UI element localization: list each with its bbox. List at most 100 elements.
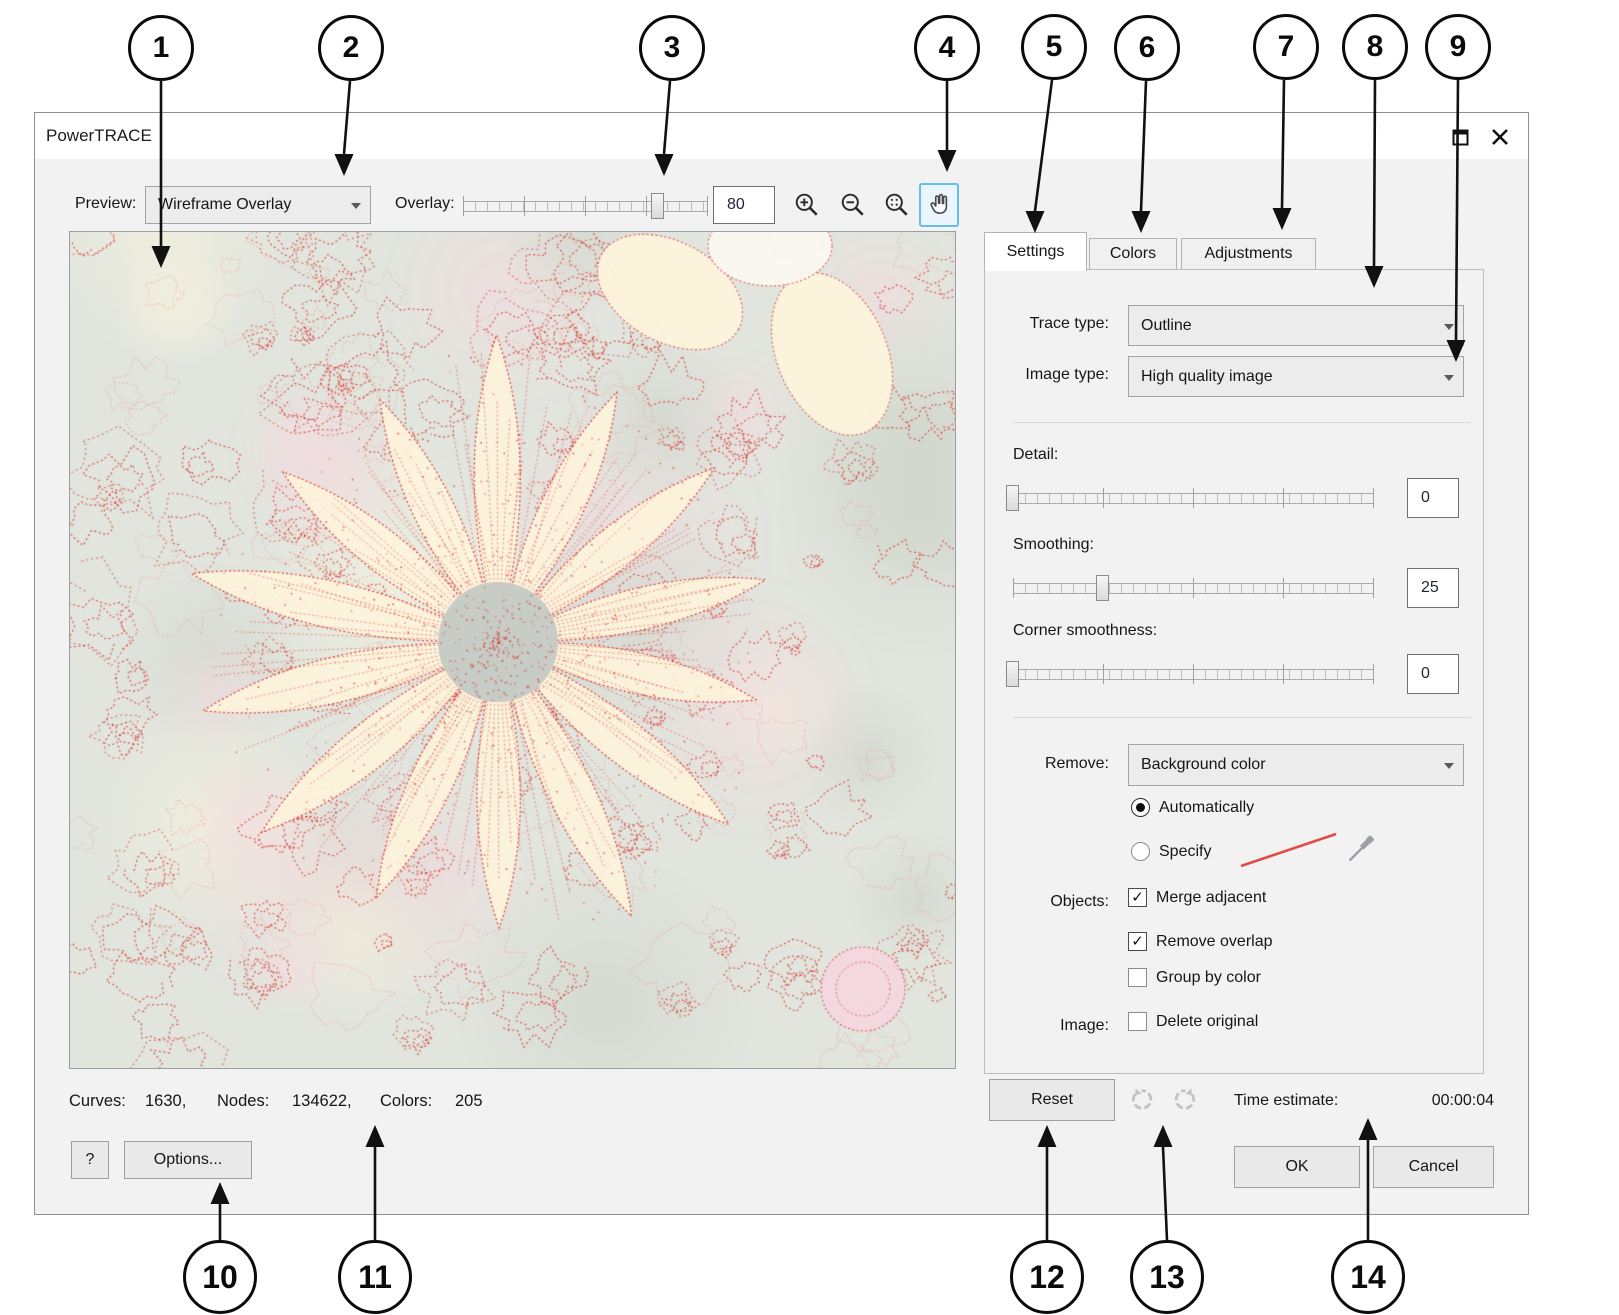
pan-button[interactable] (919, 183, 959, 227)
tab-colors-label: Colors (1109, 245, 1157, 262)
chevron-down-icon (1444, 374, 1454, 386)
specify-radio[interactable]: Specify (1131, 842, 1211, 861)
chevron-down-icon (351, 203, 361, 214)
undo-button[interactable] (1126, 1085, 1156, 1115)
chevron-down-icon (1444, 763, 1454, 774)
image-label: Image: (1060, 1017, 1109, 1034)
colors-label: Colors: (380, 1092, 433, 1110)
radio-selected-icon (1131, 798, 1150, 817)
image-type-label: Image type: (1025, 366, 1109, 383)
trace-type-label: Trace type: (1029, 315, 1109, 332)
smoothing-slider[interactable] (1013, 575, 1374, 601)
callout-1: 1 (128, 15, 194, 81)
overlay-slider[interactable] (463, 193, 708, 219)
maximize-icon (1452, 129, 1468, 145)
group-by-color-checkbox[interactable]: Group by color (1128, 968, 1261, 987)
time-estimate-value: 00:00:04 (1431, 1092, 1494, 1109)
detail-slider-thumb[interactable] (1006, 485, 1019, 511)
preview-image[interactable] (70, 232, 955, 1068)
checkbox-unchecked-icon (1128, 968, 1147, 987)
eyedropper-button[interactable] (1347, 832, 1377, 867)
close-icon (1492, 129, 1508, 145)
zoom-to-fit-button[interactable] (879, 187, 915, 223)
separator (1013, 717, 1471, 718)
window-title: PowerTRACE (46, 126, 152, 145)
remove-dropdown[interactable]: Background color (1128, 744, 1464, 786)
options-button[interactable]: Options... (124, 1141, 252, 1179)
close-button[interactable] (1487, 124, 1513, 150)
redo-icon (1174, 1088, 1195, 1110)
trace-type-dropdown[interactable]: Outline (1128, 305, 1464, 346)
callout-9: 9 (1425, 14, 1491, 80)
overlay-value-input[interactable]: 80 (713, 186, 775, 224)
callout-6: 6 (1114, 15, 1180, 81)
smoothing-slider-thumb[interactable] (1096, 575, 1109, 601)
corner-smoothness-slider-thumb[interactable] (1006, 661, 1019, 687)
callout-8: 8 (1342, 14, 1408, 80)
corner-smoothness-slider[interactable] (1006, 661, 1374, 687)
preview-dropdown-value: Wireframe Overlay (158, 196, 292, 213)
maximize-button[interactable] (1447, 124, 1473, 150)
delete-original-checkbox[interactable]: Delete original (1128, 1012, 1258, 1031)
overlay-slider-thumb[interactable] (651, 193, 665, 219)
remove-overlap-checkbox[interactable]: ✓ Remove overlap (1128, 932, 1273, 951)
callout-2: 2 (318, 15, 384, 81)
time-estimate-label: Time estimate: (1234, 1092, 1339, 1109)
remove-overlap-label: Remove overlap (1156, 932, 1273, 950)
eyedropper-icon (1349, 835, 1375, 862)
tab-settings-label: Settings (1006, 243, 1065, 260)
nodes-label: Nodes: (217, 1092, 270, 1110)
zoom-out-icon (841, 193, 864, 216)
callout-3: 3 (639, 15, 705, 81)
smoothing-value-input[interactable]: 25 (1407, 568, 1459, 608)
undo-icon (1132, 1088, 1153, 1110)
image-type-value: High quality image (1141, 367, 1273, 385)
zoom-in-button[interactable] (789, 187, 825, 223)
remove-label: Remove: (1044, 755, 1109, 772)
checkbox-checked-icon: ✓ (1128, 932, 1147, 951)
help-button[interactable]: ? (71, 1141, 109, 1179)
zoom-out-button[interactable] (835, 187, 871, 223)
tab-colors[interactable]: Colors (1089, 238, 1177, 270)
zoom-in-icon (795, 193, 818, 216)
preview-pane[interactable] (69, 231, 956, 1069)
chevron-down-icon (1444, 323, 1454, 335)
corner-smoothness-label: Corner smoothness: (1013, 622, 1158, 639)
trace-type-value: Outline (1141, 316, 1192, 334)
reset-button[interactable]: Reset (989, 1079, 1115, 1121)
curves-label: Curves: (69, 1092, 126, 1110)
detail-value-input[interactable]: 0 (1407, 478, 1459, 518)
callout-14: 14 (1331, 1240, 1405, 1314)
corner-smoothness-value-input[interactable]: 0 (1407, 654, 1459, 694)
merge-adjacent-label: Merge adjacent (1156, 888, 1267, 906)
pan-hand-icon (930, 193, 948, 215)
tab-adjustments-label: Adjustments (1204, 245, 1293, 262)
preview-dropdown[interactable]: Wireframe Overlay (145, 186, 371, 224)
image-type-dropdown[interactable]: High quality image (1128, 356, 1464, 397)
nodes-value: 134622, (292, 1092, 352, 1110)
checkbox-checked-icon: ✓ (1128, 888, 1147, 907)
checkbox-unchecked-icon (1128, 1012, 1147, 1031)
tab-adjustments[interactable]: Adjustments (1181, 238, 1316, 270)
ok-button[interactable]: OK (1234, 1146, 1360, 1188)
callout-5: 5 (1021, 14, 1087, 80)
delete-original-label: Delete original (1156, 1012, 1259, 1030)
redo-button[interactable] (1171, 1085, 1201, 1115)
tab-settings[interactable]: Settings (984, 232, 1087, 271)
detail-label: Detail: (1013, 446, 1059, 463)
automatically-radio[interactable]: Automatically (1131, 798, 1254, 817)
preview-label: Preview: (75, 195, 137, 212)
radio-unselected-icon (1131, 842, 1150, 861)
callout-7: 7 (1253, 14, 1319, 80)
specify-radio-label: Specify (1159, 842, 1212, 860)
powertrace-window: PowerTRACE Preview: Wireframe Overlay Ov… (34, 112, 1529, 1215)
merge-adjacent-checkbox[interactable]: ✓ Merge adjacent (1128, 888, 1266, 907)
smoothing-label: Smoothing: (1013, 536, 1094, 553)
title-bar: PowerTRACE (35, 113, 1528, 159)
detail-slider[interactable] (1006, 485, 1374, 511)
overlay-label: Overlay: (395, 195, 455, 212)
objects-label: Objects: (1050, 893, 1109, 910)
zoom-to-fit-icon (885, 193, 908, 216)
cancel-button[interactable]: Cancel (1373, 1146, 1494, 1188)
callout-13: 13 (1130, 1240, 1204, 1314)
